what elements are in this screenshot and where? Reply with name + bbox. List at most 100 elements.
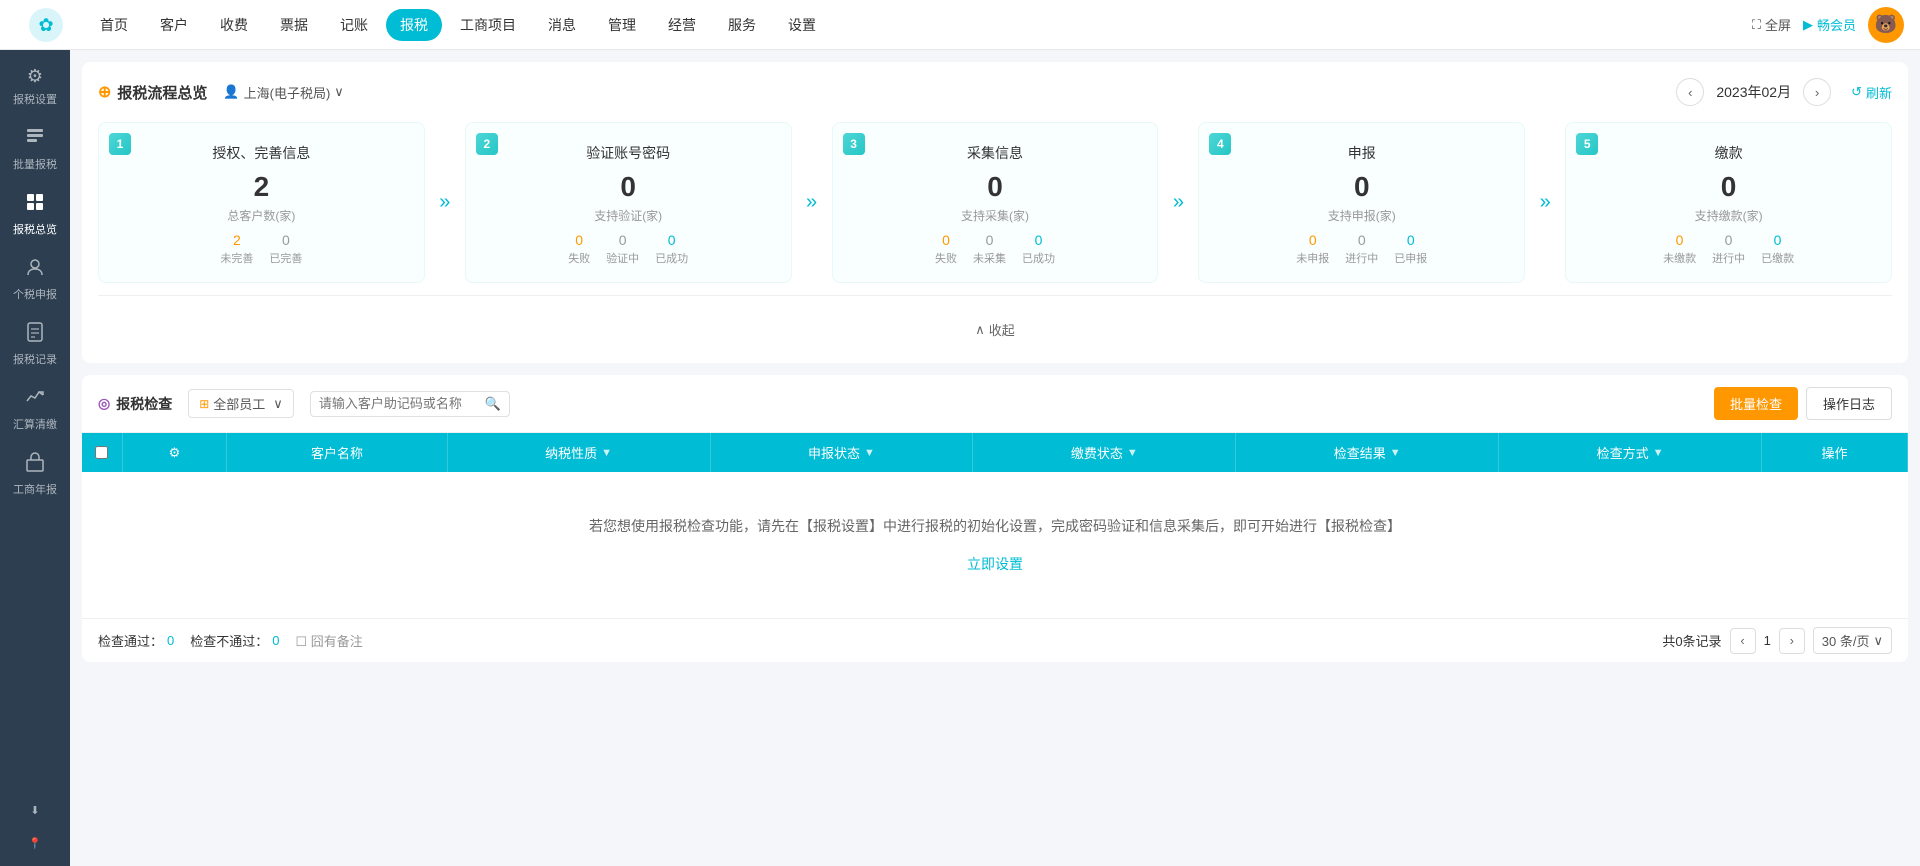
fail-label: 检查不通过： [190,631,268,650]
nav-item-message[interactable]: 消息 [534,9,590,41]
step-4-count: 0 [1354,171,1370,203]
th-declaration-status: 申报状态 ▼ [710,433,973,472]
page-number: 1 [1764,633,1771,648]
step-4-stat-2-num: 0 [1358,232,1366,248]
th-checkbox [82,433,122,472]
step-3-stat-3-label: 已成功 [1022,250,1055,266]
setup-link[interactable]: 立即设置 [967,556,1023,572]
step-1-stats: 2 未完善 0 已完善 [220,232,302,266]
search-icon[interactable]: 🔍 [485,396,501,412]
th-tax-nature: 纳税性质 ▼ [447,433,710,472]
note-icon: ☐ [296,634,308,649]
employee-filter[interactable]: ⊞ 全部员工 ∨ [188,389,294,418]
nav-item-operate[interactable]: 经营 [654,9,710,41]
sidebar-item-personal-tax[interactable]: 个税申报 [3,249,67,310]
logo: ✿ [16,7,76,43]
top-nav: ✿ 首页 客户 收费 票据 记账 报税 工商项目 消息 管理 经营 服务 设置 … [0,0,1920,50]
step-5-stat-2-num: 0 [1725,232,1733,248]
svg-text:✿: ✿ [38,15,53,35]
step-2-stat-2-label: 验证中 [606,250,639,266]
location-button[interactable]: 👤 上海(电子税局) ∨ [223,83,343,102]
tax-nature-header[interactable]: 纳税性质 ▼ [460,443,698,462]
step-3-stats: 0 失败 0 未采集 0 已成功 [935,232,1055,266]
arrow-2-3: » [792,122,832,283]
sidebar-item-tax-record[interactable]: 报税记录 [3,314,67,375]
nav-item-business[interactable]: 工商项目 [446,9,530,41]
avatar: 🐻 [1868,7,1904,43]
main-container: ⚙ 报税设置 批量报税 报税总览 个税申报 报税记录 [0,50,1920,866]
page-prev-button[interactable]: ‹ [1730,628,1756,654]
page-next-button[interactable]: › [1779,628,1805,654]
pass-count[interactable]: 0 [167,633,174,648]
card-header: ⊕ 报税流程总览 👤 上海(电子税局) ∨ ‹ 2023年02月 › ↺ 刷新 [98,78,1892,106]
th-check-result: 检查结果 ▼ [1236,433,1499,472]
empty-state: 若您想使用报税检查功能，请先在【报税设置】中进行报税的初始化设置，完成密码验证和… [82,472,1908,618]
step-3-stat-2-label: 未采集 [973,250,1006,266]
annual-settlement-icon [25,387,45,412]
nav-item-fee[interactable]: 收费 [206,9,262,41]
nav-item-manage[interactable]: 管理 [594,9,650,41]
nav-item-bookkeep[interactable]: 记账 [326,9,382,41]
sidebar-item-business-annual[interactable]: 工商年报 [3,444,67,505]
sidebar-item-download[interactable]: ⬇ [3,796,67,825]
select-all-checkbox[interactable] [95,446,108,459]
search-box: 🔍 [310,391,510,417]
nav-item-customer[interactable]: 客户 [146,9,202,41]
vip-button[interactable]: ▶ 畅会员 [1803,15,1856,34]
step-1-stat-1-num: 2 [233,232,241,248]
step-5-title: 缴款 [1715,143,1743,163]
nav-item-home[interactable]: 首页 [86,9,142,41]
search-input[interactable] [319,396,485,411]
table-header-row: ⚙ 客户名称 纳税性质 ▼ [82,433,1908,472]
nav-item-invoice[interactable]: 票据 [266,9,322,41]
tax-overview-icon [25,192,45,217]
nav-item-tax[interactable]: 报税 [386,9,442,41]
download-icon: ⬇ [30,804,39,817]
declaration-filter-icon: ▼ [864,447,875,459]
step-4-stat-2: 0 进行中 [1345,232,1378,266]
declaration-status-header[interactable]: 申报状态 ▼ [723,443,961,462]
vip-icon: ▶ [1803,17,1813,33]
step-2-stat-3-num: 0 [668,232,676,248]
nav-item-settings[interactable]: 设置 [774,9,830,41]
step-2-stat-3-label: 已成功 [655,250,688,266]
operation-log-button[interactable]: 操作日志 [1806,387,1892,420]
step-1-stat-2: 0 已完善 [269,232,302,266]
step-5-stats: 0 未缴款 0 进行中 0 已缴款 [1663,232,1794,266]
process-overview-card: ⊕ 报税流程总览 👤 上海(电子税局) ∨ ‹ 2023年02月 › ↺ 刷新 [82,62,1908,363]
payment-status-header[interactable]: 缴费状态 ▼ [985,443,1223,462]
total-records: 共0条记录 [1662,631,1721,650]
date-prev-button[interactable]: ‹ [1676,78,1704,106]
logo-icon: ✿ [28,7,64,43]
process-steps: 1 授权、完善信息 2 总客户数(家) 2 未完善 0 已完善 [98,122,1892,283]
fail-count[interactable]: 0 [272,633,279,648]
step-3-stat-3: 0 已成功 [1022,232,1055,266]
page-size-selector[interactable]: 30 条/页 ∨ [1813,627,1892,654]
date-next-button[interactable]: › [1803,78,1831,106]
step-2-stat-3: 0 已成功 [655,232,688,266]
th-settings: ⚙ [122,433,227,472]
settings-icon[interactable]: ⚙ [169,445,181,460]
step-2-stat-1-label: 失败 [568,250,590,266]
batch-check-button[interactable]: 批量检查 [1714,387,1798,420]
check-result-header[interactable]: 检查结果 ▼ [1248,443,1486,462]
refresh-button[interactable]: ↺ 刷新 [1851,83,1892,102]
header-checkbox[interactable] [94,446,110,459]
step-4-title: 申报 [1348,143,1376,163]
step-5-stat-3: 0 已缴款 [1761,232,1794,266]
step-5-count: 0 [1721,171,1737,203]
process-step-1: 1 授权、完善信息 2 总客户数(家) 2 未完善 0 已完善 [98,122,425,283]
step-5-stat-3-num: 0 [1774,232,1782,248]
sidebar-item-batch-tax[interactable]: 批量报税 [3,119,67,180]
fullscreen-button[interactable]: ⛶ 全屏 [1752,15,1791,34]
th-payment-status: 缴费状态 ▼ [973,433,1236,472]
check-title: ◎ 报税检查 [98,394,172,414]
sidebar-item-tax-settings[interactable]: ⚙ 报税设置 [3,58,67,115]
step-3-stat-1-label: 失败 [935,250,957,266]
sidebar-item-tax-overview[interactable]: 报税总览 [3,184,67,245]
nav-item-service[interactable]: 服务 [714,9,770,41]
check-method-header[interactable]: 检查方式 ▼ [1511,443,1749,462]
sidebar-item-annual-settlement[interactable]: 汇算清缴 [3,379,67,440]
sidebar-item-location[interactable]: 📍 [3,829,67,858]
collapse-button[interactable]: ∧ 收起 [98,312,1892,347]
